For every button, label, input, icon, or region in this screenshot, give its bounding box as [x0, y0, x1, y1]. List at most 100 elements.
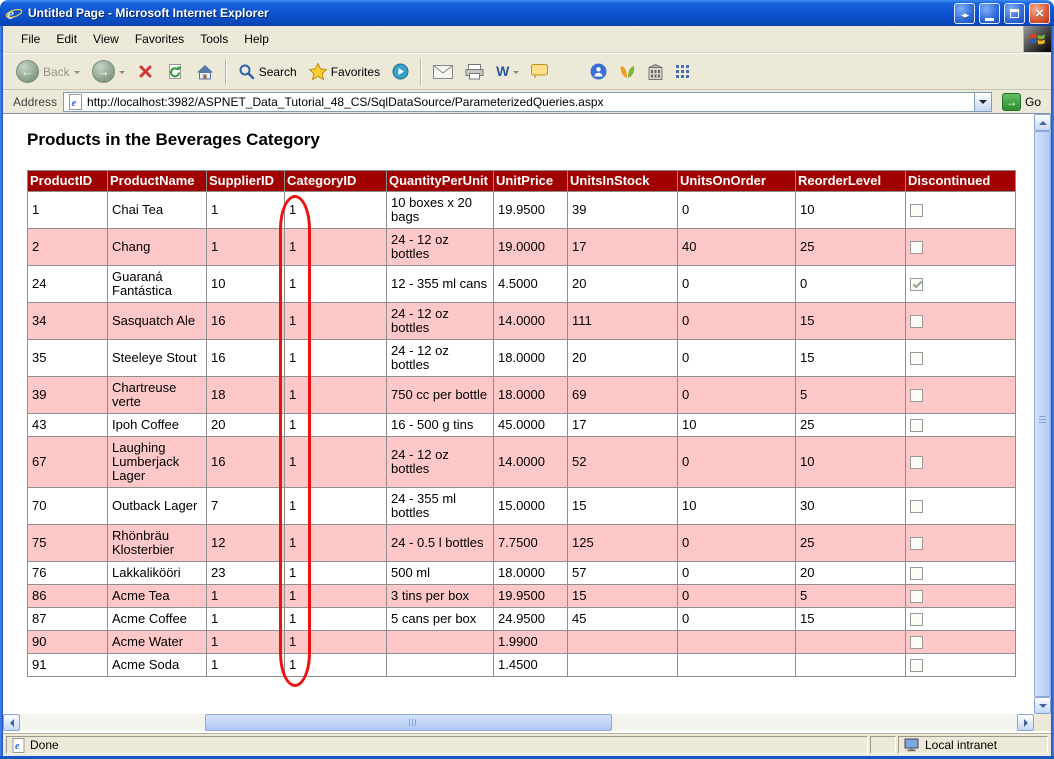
menu-item-edit[interactable]: Edit	[48, 28, 85, 50]
table-cell: Chartreuse verte	[108, 377, 207, 414]
menu-item-favorites[interactable]: Favorites	[127, 28, 192, 50]
scroll-down-button[interactable]	[1034, 697, 1051, 714]
table-cell	[387, 631, 494, 654]
table-cell: 24.9500	[494, 608, 568, 631]
close-icon	[1035, 5, 1044, 22]
print-button[interactable]	[460, 61, 489, 83]
table-cell: 70	[28, 488, 108, 525]
window-maximize-button[interactable]	[1004, 3, 1025, 24]
go-icon	[1002, 93, 1021, 111]
table-cell: 24 - 12 oz bottles	[387, 303, 494, 340]
table-row: 70Outback Lager7124 - 355 ml bottles15.0…	[28, 488, 1016, 525]
search-button[interactable]: Search	[233, 60, 302, 83]
discontinued-checkbox	[910, 567, 923, 580]
forward-button[interactable]	[87, 57, 130, 86]
address-label: Address	[13, 95, 57, 109]
table-cell: 750 cc per bottle	[387, 377, 494, 414]
scroll-right-button[interactable]	[1017, 714, 1034, 731]
table-cell: 24 - 12 oz bottles	[387, 229, 494, 266]
grid-button[interactable]	[670, 61, 695, 82]
discontinued-cell	[906, 303, 1016, 340]
discuss-icon	[531, 64, 548, 79]
table-cell: 7	[207, 488, 285, 525]
search-label: Search	[259, 65, 297, 79]
status-pane: e Done	[6, 736, 868, 754]
horizontal-scroll-thumb[interactable]	[205, 714, 612, 731]
table-cell: Chai Tea	[108, 192, 207, 229]
butterfly-icon	[619, 64, 636, 80]
column-header-unitsonorder: UnitsOnOrder	[678, 171, 796, 192]
windows-logo-icon	[1023, 26, 1051, 52]
discontinued-cell	[906, 377, 1016, 414]
table-cell: 1	[207, 654, 285, 677]
table-cell: 2	[28, 229, 108, 266]
back-button[interactable]: Back	[11, 57, 85, 86]
horizontal-scrollbar[interactable]	[3, 714, 1034, 731]
favorites-label: Favorites	[331, 65, 380, 79]
table-cell: 16	[207, 340, 285, 377]
table-row: 35Steeleye Stout16124 - 12 oz bottles18.…	[28, 340, 1016, 377]
table-cell: Outback Lager	[108, 488, 207, 525]
mail-button[interactable]	[428, 62, 458, 82]
table-cell	[678, 631, 796, 654]
arrow-down-icon	[1039, 704, 1047, 712]
table-row: 34Sasquatch Ale16124 - 12 oz bottles14.0…	[28, 303, 1016, 340]
table-cell: 12	[207, 525, 285, 562]
table-cell: 76	[28, 562, 108, 585]
table-cell: 20	[796, 562, 906, 585]
table-cell: 0	[678, 562, 796, 585]
table-cell: 25	[796, 229, 906, 266]
vertical-scroll-thumb[interactable]	[1034, 131, 1051, 697]
menu-item-tools[interactable]: Tools	[192, 28, 236, 50]
scroll-left-button[interactable]	[3, 714, 20, 731]
table-cell: 91	[28, 654, 108, 677]
window-close-button[interactable]	[1029, 3, 1050, 24]
svg-text:e: e	[15, 741, 20, 752]
address-dropdown-button[interactable]	[974, 93, 991, 111]
menu-item-file[interactable]: File	[13, 28, 48, 50]
table-cell: 1	[285, 414, 387, 437]
vertical-scrollbar[interactable]	[1034, 114, 1051, 714]
refresh-button[interactable]	[161, 60, 189, 83]
table-cell: 52	[568, 437, 678, 488]
msn-button[interactable]	[614, 61, 641, 83]
table-cell: 0	[678, 608, 796, 631]
window-arrows-button[interactable]	[954, 3, 975, 24]
column-header-supplierid: SupplierID	[207, 171, 285, 192]
table-cell: 39	[28, 377, 108, 414]
table-cell: 18.0000	[494, 340, 568, 377]
home-button[interactable]	[191, 61, 219, 83]
table-cell: 0	[796, 266, 906, 303]
column-header-discontinued: Discontinued	[906, 171, 1016, 192]
discuss-button[interactable]	[526, 61, 553, 82]
table-cell: 10	[678, 488, 796, 525]
window-minimize-button[interactable]	[979, 3, 1000, 24]
discontinued-checkbox	[910, 315, 923, 328]
discontinued-cell	[906, 229, 1016, 266]
research-button[interactable]	[643, 61, 668, 83]
table-row: 86Acme Tea113 tins per box19.95001505	[28, 585, 1016, 608]
edit-button[interactable]	[491, 60, 524, 84]
media-button[interactable]	[387, 60, 414, 83]
go-button[interactable]: Go	[998, 92, 1045, 112]
table-cell: Rhönbräu Klosterbier	[108, 525, 207, 562]
stop-button[interactable]	[132, 60, 159, 83]
table-row: 2Chang1124 - 12 oz bottles19.0000174025	[28, 229, 1016, 266]
arrow-right-icon	[1024, 719, 1032, 727]
table-cell: 87	[28, 608, 108, 631]
table-cell: 1	[285, 562, 387, 585]
mail-icon	[433, 65, 453, 79]
address-input[interactable]: e http://localhost:3982/ASPNET_Data_Tuto…	[63, 92, 992, 112]
table-cell: 1	[285, 631, 387, 654]
scroll-up-button[interactable]	[1034, 114, 1051, 131]
menu-item-help[interactable]: Help	[236, 28, 277, 50]
menu-items: FileEditViewFavoritesToolsHelp	[13, 30, 277, 48]
home-icon	[196, 64, 214, 80]
menu-item-view[interactable]: View	[85, 28, 127, 50]
table-cell: 14.0000	[494, 303, 568, 340]
table-cell: 0	[678, 266, 796, 303]
favorites-button[interactable]: Favorites	[304, 60, 385, 83]
toolbar-separator	[420, 59, 422, 85]
messenger-button[interactable]	[585, 60, 612, 83]
table-cell: 19.9500	[494, 192, 568, 229]
